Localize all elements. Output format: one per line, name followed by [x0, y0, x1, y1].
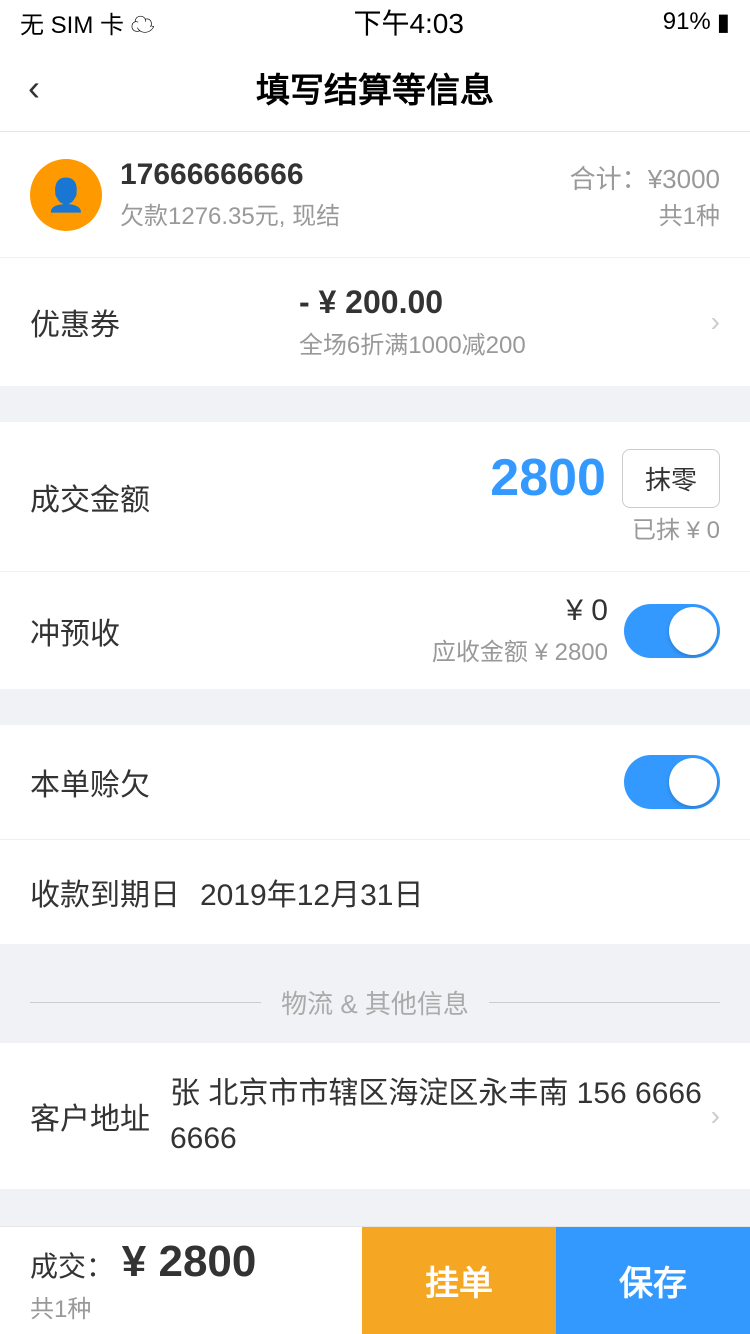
- prepay-value: ¥ 0: [432, 594, 608, 628]
- round-button[interactable]: 抹零: [622, 449, 720, 508]
- due-date-row: 收款到期日 2019年12月31日: [0, 839, 750, 944]
- address-row[interactable]: 客户地址 张 北京市市辖区海淀区永丰南 156 6666 6666 ›: [0, 1043, 750, 1189]
- address-section: 客户地址 张 北京市市辖区海淀区永丰南 156 6666 6666 ›: [0, 1043, 750, 1189]
- debit-section: 本单赊欠 收款到期日 2019年12月31日: [0, 725, 750, 944]
- page-title: 填写结算等信息: [256, 63, 494, 112]
- address-value: 张 北京市市辖区海淀区永丰南 156 6666 6666: [170, 1071, 705, 1161]
- status-right: 91% ▮: [663, 8, 730, 37]
- debit-row: 本单赊欠: [0, 725, 750, 839]
- status-bar: 无 SIM 卡 ☁ 下午4:03 91% ▮: [0, 0, 750, 44]
- customer-phone: 17666666666: [120, 158, 340, 192]
- prepay-sub: 应收金额 ¥ 2800: [432, 632, 608, 667]
- amount-value-row: 2800 抹零: [490, 448, 720, 508]
- debit-toggle[interactable]: [624, 755, 720, 809]
- coupon-row[interactable]: 优惠券 - ¥ 200.00 全场6折满1000减200 ›: [0, 257, 750, 386]
- total-label: 合计：¥3000: [570, 159, 720, 196]
- bottom-summary: 成交： ¥ 2800 共1种: [0, 1237, 362, 1324]
- amount-section: 成交金额 2800 抹零 已抹 ¥ 0 冲预收 ¥ 0 应收金额 ¥ 2800: [0, 422, 750, 689]
- amount-value: 2800: [490, 448, 606, 508]
- back-button[interactable]: ‹: [28, 67, 40, 109]
- coupon-discount: - ¥ 200.00: [299, 284, 526, 321]
- customer-left: 👤 17666666666 欠款1276.35元, 现结: [30, 158, 340, 231]
- prepay-right: ¥ 0 应收金额 ¥ 2800: [432, 594, 720, 667]
- total-count: 共1种: [570, 196, 720, 231]
- save-button[interactable]: 保存: [556, 1227, 750, 1334]
- separator-line-right: [489, 1002, 720, 1003]
- logistics-label: 物流 & 其他信息: [281, 984, 469, 1021]
- customer-subtext: 欠款1276.35元, 现结: [120, 196, 340, 231]
- amount-right: 2800 抹零 已抹 ¥ 0: [490, 448, 720, 545]
- status-time: 下午4:03: [353, 2, 464, 42]
- coupon-right: - ¥ 200.00 全场6折满1000减200: [299, 284, 526, 360]
- logistics-separator: 物流 & 其他信息: [0, 962, 750, 1043]
- customer-row: 👤 17666666666 欠款1276.35元, 现结 合计：¥3000 共1…: [0, 132, 750, 257]
- bottom-count: 共1种: [30, 1289, 332, 1324]
- hold-button[interactable]: 挂单: [362, 1227, 556, 1334]
- battery-label: 91%: [663, 8, 711, 36]
- prepay-row: 冲预收 ¥ 0 应收金额 ¥ 2800: [0, 571, 750, 689]
- debit-label: 本单赊欠: [30, 760, 150, 804]
- section-divider-1: [0, 404, 750, 422]
- due-date-value: 2019年12月31日: [200, 870, 423, 914]
- amount-row: 成交金额 2800 抹零 已抹 ¥ 0: [0, 422, 750, 571]
- prepay-toggle[interactable]: [624, 604, 720, 658]
- bottom-bar: 成交： ¥ 2800 共1种 挂单 保存: [0, 1226, 750, 1334]
- sim-label: 无 SIM 卡 ☁: [20, 5, 155, 40]
- chevron-right-icon: ›: [711, 306, 720, 338]
- due-date-label: 收款到期日: [30, 870, 180, 914]
- nav-bar: ‹ 填写结算等信息: [0, 44, 750, 132]
- status-left: 无 SIM 卡 ☁: [20, 5, 155, 40]
- amount-label: 成交金额: [30, 475, 150, 519]
- address-chevron-icon: ›: [711, 1100, 720, 1132]
- coupon-desc: 全场6折满1000减200: [299, 325, 526, 360]
- customer-card: 👤 17666666666 欠款1276.35元, 现结 合计：¥3000 共1…: [0, 132, 750, 386]
- battery-icon: ▮: [717, 8, 730, 37]
- bottom-amount-label: 成交：: [30, 1251, 114, 1282]
- coupon-label: 优惠券: [30, 300, 120, 344]
- prepay-amount: ¥ 0 应收金额 ¥ 2800: [432, 594, 608, 667]
- section-divider-2: [0, 707, 750, 725]
- prepay-label: 冲预收: [30, 609, 120, 653]
- address-label: 客户地址: [30, 1094, 150, 1138]
- toggle-knob: [669, 607, 717, 655]
- bottom-amount-value: ¥ 2800: [122, 1237, 257, 1286]
- avatar: 👤: [30, 159, 102, 231]
- amount-sub: 已抹 ¥ 0: [490, 510, 720, 545]
- customer-right: 合计：¥3000 共1种: [570, 159, 720, 231]
- bottom-amount-line: 成交： ¥ 2800: [30, 1237, 332, 1287]
- debit-toggle-knob: [669, 758, 717, 806]
- separator-line-left: [30, 1002, 261, 1003]
- customer-info: 17666666666 欠款1276.35元, 现结: [120, 158, 340, 231]
